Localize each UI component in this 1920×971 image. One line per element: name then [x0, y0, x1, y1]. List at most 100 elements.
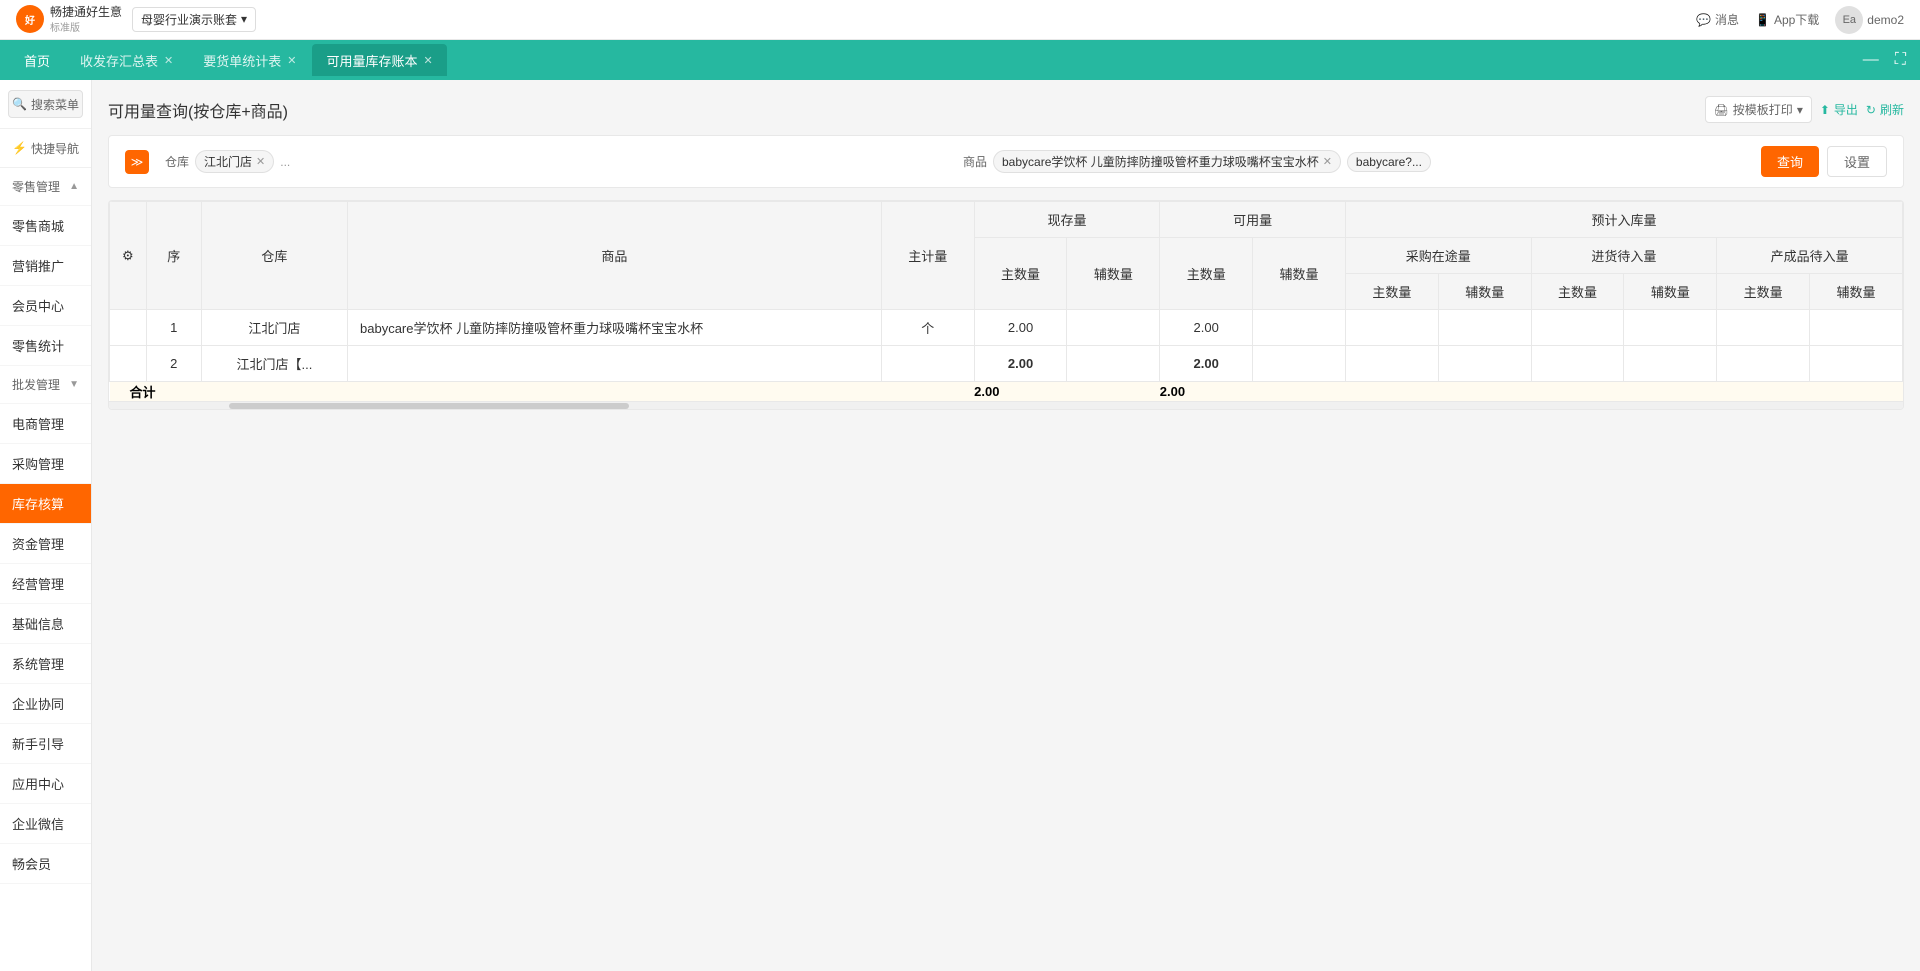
sidebar-item-marketing-label: 营销推广: [12, 256, 64, 275]
sidebar-item-business-mgmt[interactable]: 经营管理: [0, 564, 91, 604]
sidebar-item-wholesale-mgmt[interactable]: 批发管理 ▼: [0, 366, 91, 404]
sidebar-search-button[interactable]: 🔍 搜索菜单: [8, 90, 83, 118]
tab-available-stock-close[interactable]: ✕: [424, 54, 433, 67]
app-download-button[interactable]: 📱 App下载: [1755, 11, 1819, 28]
cell-stock-aux: [1067, 310, 1160, 346]
col-warehouse: 仓库: [201, 202, 347, 310]
filter-toggle-icon: ≫: [131, 155, 144, 169]
message-icon: 💬: [1696, 13, 1711, 27]
warehouse-filter-group: 仓库 江北门店 ✕ ...: [165, 150, 947, 173]
cell-available-main: 2.00: [1160, 346, 1253, 382]
cell-product-aux: [1810, 310, 1903, 346]
product-tag-2-value: babycare?...: [1356, 155, 1422, 169]
cell-inbound-main: [1531, 310, 1624, 346]
minimize-icon[interactable]: —: [1859, 47, 1883, 73]
export-icon: ⬆: [1820, 103, 1830, 117]
industry-selector[interactable]: 母婴行业演示账套 ▾: [132, 7, 256, 32]
industry-label: 母婴行业演示账套: [141, 11, 237, 28]
warehouse-more[interactable]: ...: [280, 155, 290, 169]
cell-no: 1: [146, 310, 201, 346]
sidebar-item-retail-stats-label: 零售统计: [12, 336, 64, 355]
summary-label: 合计: [110, 382, 975, 402]
quick-nav-icon: ⚡: [12, 141, 27, 155]
sidebar-search-area: 🔍 搜索菜单: [0, 80, 91, 129]
sidebar-item-enterprise-collab-label: 企业协同: [12, 694, 64, 713]
export-button[interactable]: ⬆ 导出: [1820, 101, 1858, 118]
scrollbar-thumb[interactable]: [229, 403, 629, 409]
sidebar-item-system-mgmt[interactable]: 系统管理: [0, 644, 91, 684]
export-label: 导出: [1834, 101, 1858, 118]
col-inbound-group: 进货待入量: [1531, 238, 1717, 274]
tab-receive-pay[interactable]: 收发存汇总表 ✕: [66, 44, 187, 76]
warehouse-tag-remove[interactable]: ✕: [256, 155, 265, 168]
print-template-button[interactable]: 🖨 按模板打印 ▾: [1705, 96, 1812, 123]
warehouse-tag[interactable]: 江北门店 ✕: [195, 150, 274, 173]
sidebar-item-enterprise-wechat-label: 企业微信: [12, 814, 64, 833]
chevron-print-icon: ▾: [1797, 103, 1803, 117]
sidebar-item-vip-member[interactable]: 畅会员: [0, 844, 91, 884]
sidebar-item-basic-info[interactable]: 基础信息: [0, 604, 91, 644]
col-product: 商品: [348, 202, 882, 310]
product-filter-label: 商品: [963, 153, 987, 170]
col-purchase-aux: 辅数量: [1438, 274, 1531, 310]
cell-purchase-aux: [1438, 346, 1531, 382]
sidebar-item-purchase-mgmt[interactable]: 采购管理: [0, 444, 91, 484]
summary-product-aux: [1810, 382, 1903, 402]
print-label: 按模板打印: [1733, 101, 1793, 118]
product-tag-1-remove[interactable]: ✕: [1323, 155, 1332, 168]
settings-button[interactable]: 设置: [1827, 146, 1887, 177]
sidebar-item-marketing[interactable]: 营销推广: [0, 246, 91, 286]
refresh-label: 刷新: [1880, 101, 1904, 118]
sidebar-item-retail-mgmt[interactable]: 零售管理 ▲: [0, 168, 91, 206]
sidebar-item-new-guide-label: 新手引导: [12, 734, 64, 753]
sidebar-item-system-mgmt-label: 系统管理: [12, 654, 64, 673]
refresh-button[interactable]: ↻ 刷新: [1866, 101, 1904, 118]
table-container: ⚙ 序 仓库 商品 主计量 现存量 可用量 预计入库量 主数量 辅数量 主数量: [108, 200, 1904, 410]
tab-receive-pay-close[interactable]: ✕: [164, 54, 173, 67]
nav-tab-actions: — ⛶: [1859, 47, 1910, 73]
sidebar-item-enterprise-collab[interactable]: 企业协同: [0, 684, 91, 724]
tab-available-stock[interactable]: 可用量库存账本 ✕: [312, 44, 446, 76]
app-icon: 📱: [1755, 13, 1770, 27]
sidebar-item-retail-store[interactable]: 零售商城: [0, 206, 91, 246]
product-tag-1[interactable]: babycare学饮杯 儿童防摔防撞吸管杯重力球吸嘴杯宝宝水杯 ✕: [993, 150, 1341, 173]
sidebar-item-member-center[interactable]: 会员中心: [0, 286, 91, 326]
sidebar-item-retail-mgmt-label: 零售管理: [12, 178, 60, 195]
username: demo2: [1867, 13, 1904, 27]
col-inbound-aux: 辅数量: [1624, 274, 1717, 310]
sidebar-item-wholesale-mgmt-label: 批发管理: [12, 376, 60, 393]
sidebar: 🔍 搜索菜单 ⚡ 快捷导航 零售管理 ▲ 零售商城 营销推广 会员中心 零售统计: [0, 80, 92, 971]
cell-settings: [110, 346, 147, 382]
message-button[interactable]: 💬 消息: [1696, 11, 1739, 28]
tab-home[interactable]: 首页: [10, 44, 64, 76]
sidebar-item-finance-mgmt[interactable]: 资金管理: [0, 524, 91, 564]
sidebar-item-enterprise-wechat[interactable]: 企业微信: [0, 804, 91, 844]
sidebar-item-basic-info-label: 基础信息: [12, 614, 64, 633]
summary-available-aux: [1253, 382, 1346, 402]
cell-available-aux: [1253, 310, 1346, 346]
avatar: Ea: [1835, 6, 1863, 34]
cell-product-main: [1717, 310, 1810, 346]
sidebar-item-inventory-check[interactable]: 库存核算: [0, 484, 91, 524]
quick-nav-button[interactable]: ⚡ 快捷导航: [8, 135, 83, 161]
maximize-icon[interactable]: ⛶: [1891, 47, 1910, 73]
sidebar-item-app-center-label: 应用中心: [12, 774, 64, 793]
sidebar-item-ecommerce-mgmt[interactable]: 电商管理: [0, 404, 91, 444]
tab-order-stats-close[interactable]: ✕: [287, 54, 296, 67]
tab-order-stats[interactable]: 要货单统计表 ✕: [189, 44, 310, 76]
filter-toggle-button[interactable]: ≫: [125, 150, 149, 174]
user-profile[interactable]: Ea demo2: [1835, 6, 1904, 34]
cell-inbound-aux: [1624, 310, 1717, 346]
col-unit: 主计量: [881, 202, 974, 310]
sidebar-item-finance-mgmt-label: 资金管理: [12, 534, 64, 553]
sidebar-item-retail-stats[interactable]: 零售统计: [0, 326, 91, 366]
query-button[interactable]: 查询: [1761, 146, 1819, 177]
gear-icon[interactable]: ⚙: [122, 248, 134, 264]
page-title: 可用量查询(按仓库+商品): [108, 98, 288, 122]
cell-settings: [110, 310, 147, 346]
sidebar-item-new-guide[interactable]: 新手引导: [0, 724, 91, 764]
sidebar-item-purchase-mgmt-label: 采购管理: [12, 454, 64, 473]
cell-product: babycare学饮杯 儿童防摔防撞吸管杯重力球吸嘴杯宝宝水杯: [348, 310, 882, 346]
sidebar-item-app-center[interactable]: 应用中心: [0, 764, 91, 804]
product-tag-2[interactable]: babycare?...: [1347, 152, 1431, 172]
